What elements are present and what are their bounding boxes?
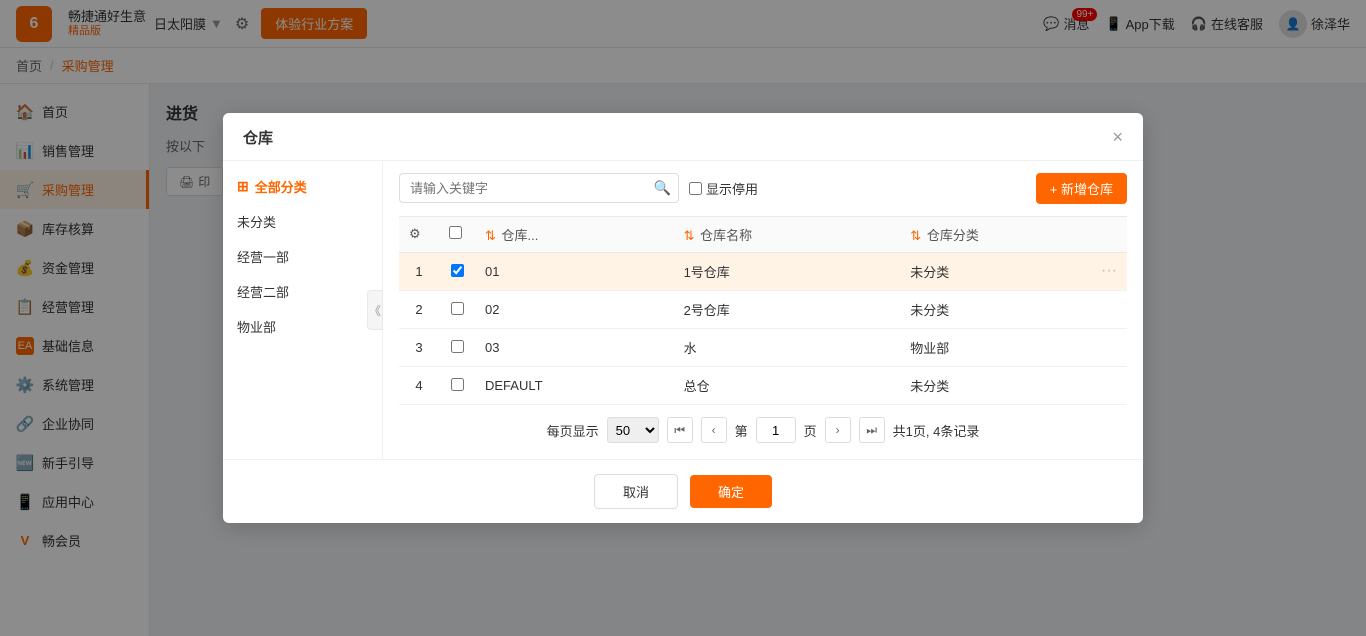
row-checkbox[interactable]: [451, 302, 464, 315]
select-all-checkbox[interactable]: [449, 226, 462, 239]
modal-close-button[interactable]: ×: [1112, 128, 1123, 146]
modal-footer: 取消 确定: [223, 459, 1143, 523]
row-num: 1: [399, 252, 439, 291]
table-toolbar: 🔍 显示停用 + 新增仓库: [399, 173, 1127, 204]
col-header-code: ⇅ 仓库...: [475, 216, 674, 252]
row-name: 水: [674, 329, 901, 367]
category-panel: ⊞ 全部分类 未分类 经营一部 经营二部 物业部 《: [223, 161, 383, 460]
warehouse-modal: 仓库 × ⊞ 全部分类 未分类 经营一部 经营二部: [223, 113, 1143, 524]
category-item-operations2[interactable]: 经营二部: [223, 274, 382, 309]
row-code: 03: [475, 329, 674, 367]
total-info: 共1页, 4条记录: [893, 421, 980, 440]
row-checkbox[interactable]: [451, 340, 464, 353]
pagination-bar: 每页显示 50 20 100 ⏮ ‹ 第 页 › ⏭ 共1页, 4条记录: [399, 405, 1127, 447]
modal-title: 仓库: [243, 127, 273, 148]
row-category: 未分类: [900, 291, 1127, 329]
row-checkbox[interactable]: [451, 264, 464, 277]
first-page-button[interactable]: ⏮: [667, 417, 693, 443]
category-item-uncategorized[interactable]: 未分类: [223, 204, 382, 239]
row-checkbox[interactable]: [451, 378, 464, 391]
col-header-gear: ⚙: [399, 216, 439, 252]
confirm-button[interactable]: 确定: [690, 475, 772, 508]
row-num: 4: [399, 367, 439, 405]
grid-icon: ⊞: [237, 178, 249, 195]
modal-body: ⊞ 全部分类 未分类 经营一部 经营二部 物业部 《: [223, 161, 1143, 460]
search-wrap: 🔍: [399, 173, 679, 203]
next-page-button[interactable]: ›: [825, 417, 851, 443]
prev-page-button[interactable]: ‹: [701, 417, 727, 443]
row-name: 总仓: [674, 367, 901, 405]
cancel-button[interactable]: 取消: [594, 474, 678, 509]
show-disabled-label: 显示停用: [689, 179, 758, 198]
row-code: 02: [475, 291, 674, 329]
table-row[interactable]: 1 01 1号仓库 未分类 ···: [399, 252, 1127, 291]
category-item-property[interactable]: 物业部: [223, 309, 382, 344]
sort-name-icon: ⇅: [684, 228, 695, 243]
row-code: 01: [475, 252, 674, 291]
table-header-row: ⚙ ⇅ 仓库... ⇅ 仓库名称: [399, 216, 1127, 252]
table-row[interactable]: 2 02 2号仓库 未分类: [399, 291, 1127, 329]
row-name: 1号仓库: [674, 252, 901, 291]
col-header-category: ⇅ 仓库分类: [900, 216, 1127, 252]
table-panel: 🔍 显示停用 + 新增仓库 ⚙: [383, 161, 1143, 460]
row-category: 未分类 ···: [900, 253, 1127, 291]
category-item-operations1[interactable]: 经营一部: [223, 239, 382, 274]
category-collapse-button[interactable]: 《: [367, 290, 383, 330]
row-category: 未分类: [900, 367, 1127, 405]
add-warehouse-button[interactable]: + 新增仓库: [1036, 173, 1127, 204]
search-input[interactable]: [399, 173, 679, 203]
warehouse-table: ⚙ ⇅ 仓库... ⇅ 仓库名称: [399, 216, 1127, 406]
modal-header: 仓库 ×: [223, 113, 1143, 161]
row-category: 物业部: [900, 329, 1127, 367]
col-header-checkbox: [439, 216, 475, 252]
search-icon: 🔍: [654, 180, 671, 197]
modal-overlay: 仓库 × ⊞ 全部分类 未分类 经营一部 经营二部: [0, 0, 1366, 636]
sort-icon: ⇅: [485, 228, 496, 243]
row-code: DEFAULT: [475, 367, 674, 405]
table-row[interactable]: 4 DEFAULT 总仓 未分类: [399, 367, 1127, 405]
per-page-select[interactable]: 50 20 100: [607, 417, 659, 443]
table-row[interactable]: 3 03 水 物业部: [399, 329, 1127, 367]
chevron-left-icon: 《: [369, 302, 381, 319]
row-actions[interactable]: ···: [1101, 262, 1117, 280]
show-disabled-checkbox[interactable]: [689, 182, 702, 195]
col-header-name: ⇅ 仓库名称: [674, 216, 901, 252]
page-input[interactable]: [756, 417, 796, 443]
row-num: 3: [399, 329, 439, 367]
all-category-button[interactable]: ⊞ 全部分类: [223, 169, 382, 204]
last-page-button[interactable]: ⏭: [859, 417, 885, 443]
sort-cat-icon: ⇅: [910, 228, 921, 243]
row-name: 2号仓库: [674, 291, 901, 329]
row-num: 2: [399, 291, 439, 329]
